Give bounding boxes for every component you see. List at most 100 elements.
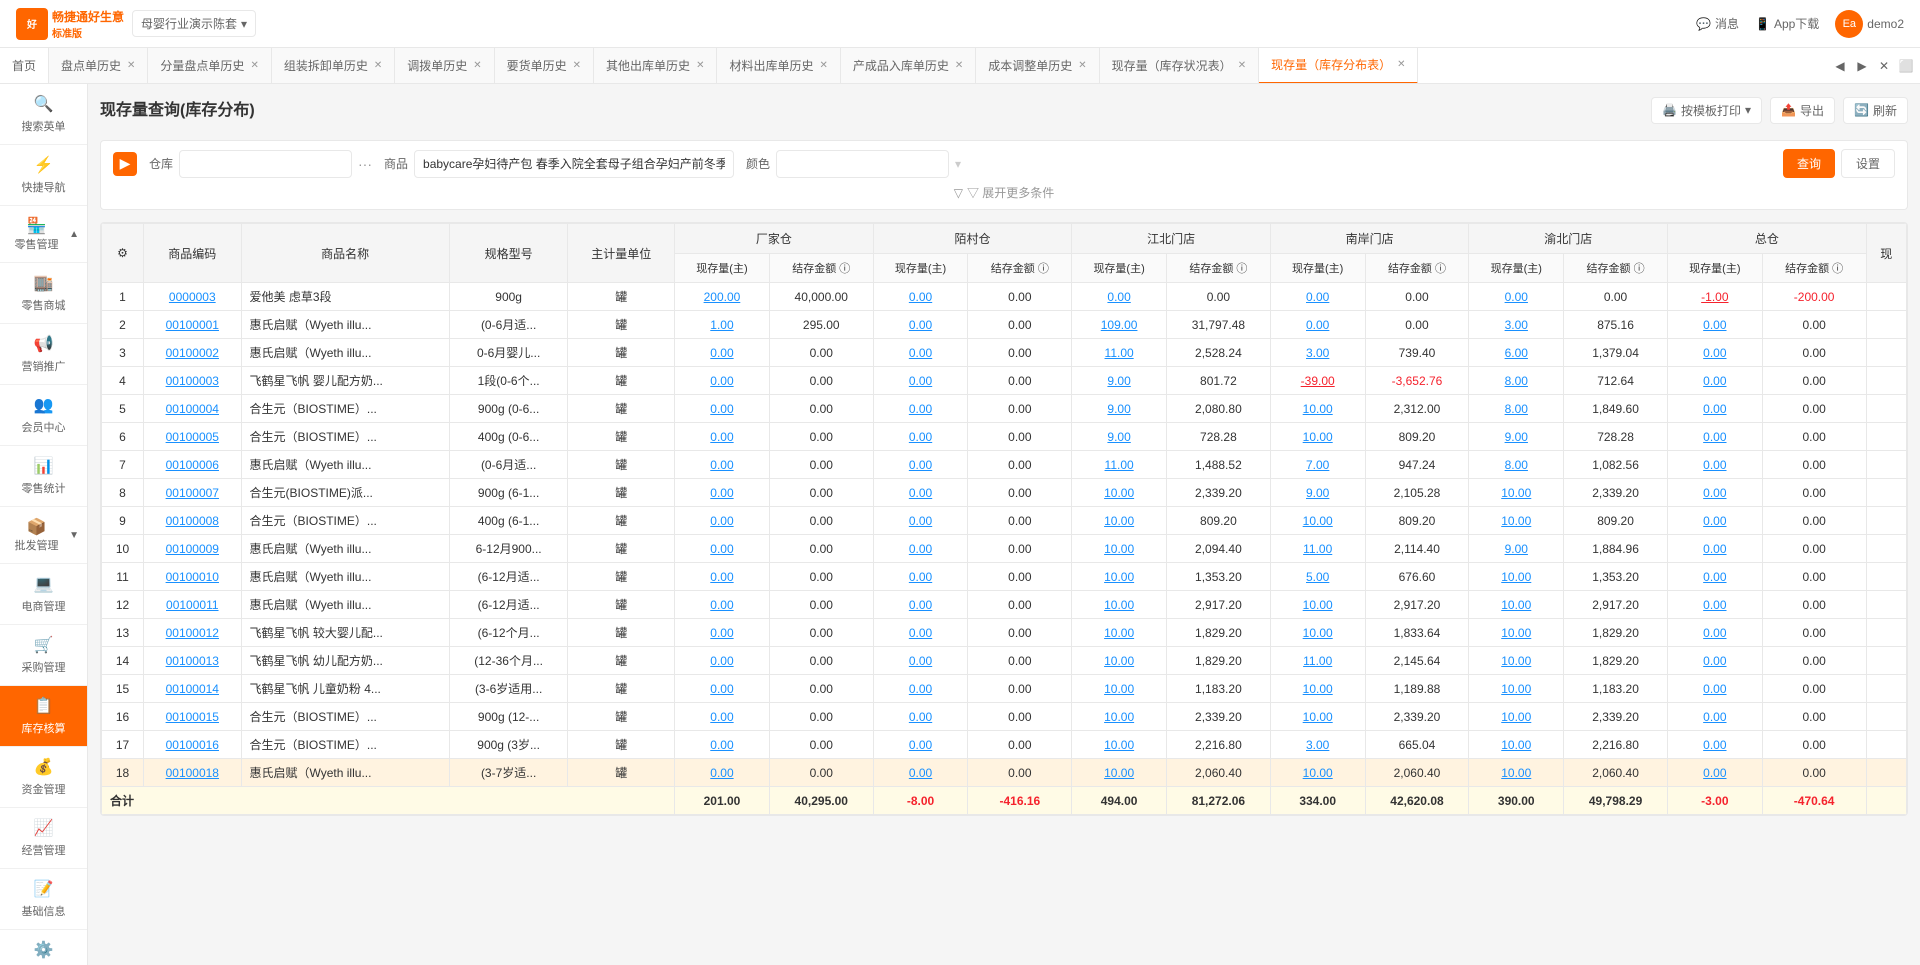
td-fj-qty[interactable]: 0.00	[675, 759, 770, 787]
td-mc-qty[interactable]: 0.00	[873, 395, 968, 423]
td-code[interactable]: 00100012	[144, 619, 241, 647]
td-fj-qty[interactable]: 0.00	[675, 535, 770, 563]
sidebar-item-finance[interactable]: 💰 资金管理	[0, 747, 87, 808]
td-yb-qty[interactable]: 8.00	[1469, 451, 1564, 479]
td-na-qty[interactable]: 3.00	[1270, 339, 1365, 367]
td-fj-qty[interactable]: 0.00	[675, 507, 770, 535]
td-mc-qty[interactable]: 0.00	[873, 703, 968, 731]
tab-close-all-btn[interactable]: ✕	[1874, 56, 1894, 76]
tab-close-2[interactable]: ✕	[250, 61, 258, 71]
message-btn[interactable]: 💬 消息	[1696, 15, 1739, 32]
td-na-qty[interactable]: 10.00	[1270, 703, 1365, 731]
td-yb-qty[interactable]: 10.00	[1469, 703, 1564, 731]
td-zc-qty[interactable]: -1.00	[1668, 283, 1763, 311]
td-jb-qty[interactable]: 10.00	[1072, 507, 1167, 535]
td-mc-qty[interactable]: 0.00	[873, 647, 968, 675]
td-zc-qty[interactable]: 0.00	[1668, 339, 1763, 367]
filter-more-btn[interactable]: ▽ ▽ 展开更多条件	[113, 184, 1895, 201]
td-jb-qty[interactable]: 10.00	[1072, 479, 1167, 507]
td-jb-qty[interactable]: 10.00	[1072, 619, 1167, 647]
tab-close-6[interactable]: ✕	[696, 61, 704, 71]
td-fj-qty[interactable]: 200.00	[675, 283, 770, 311]
sidebar-item-marketing[interactable]: 📢 营销推广	[0, 324, 87, 385]
sidebar-item-retail-stats[interactable]: 📊 零售统计	[0, 446, 87, 507]
td-jb-qty[interactable]: 0.00	[1072, 283, 1167, 311]
td-code[interactable]: 00100005	[144, 423, 241, 451]
tab-close-10[interactable]: ✕	[1238, 61, 1246, 71]
td-code[interactable]: 00100007	[144, 479, 241, 507]
td-zc-qty[interactable]: 0.00	[1668, 395, 1763, 423]
td-yb-qty[interactable]: 10.00	[1469, 675, 1564, 703]
td-code[interactable]: 00100016	[144, 731, 241, 759]
sidebar-item-purchase[interactable]: 🛒 采购管理	[0, 625, 87, 686]
td-na-qty[interactable]: 0.00	[1270, 283, 1365, 311]
td-yb-qty[interactable]: 0.00	[1469, 283, 1564, 311]
tab-close-9[interactable]: ✕	[1078, 61, 1086, 71]
goods-input[interactable]	[414, 150, 734, 178]
td-yb-qty[interactable]: 9.00	[1469, 423, 1564, 451]
td-code[interactable]: 00100004	[144, 395, 241, 423]
td-zc-qty[interactable]: 0.00	[1668, 507, 1763, 535]
td-na-qty[interactable]: 7.00	[1270, 451, 1365, 479]
user-area[interactable]: Ea demo2	[1835, 10, 1904, 38]
td-yb-qty[interactable]: 10.00	[1469, 507, 1564, 535]
tab-close-8[interactable]: ✕	[955, 61, 963, 71]
color-input[interactable]	[776, 150, 949, 178]
tab-expand-btn[interactable]: ⬜	[1896, 56, 1916, 76]
td-yb-qty[interactable]: 10.00	[1469, 479, 1564, 507]
td-code[interactable]: 00100015	[144, 703, 241, 731]
td-jb-qty[interactable]: 10.00	[1072, 731, 1167, 759]
td-na-qty[interactable]: -39.00	[1270, 367, 1365, 395]
td-jb-qty[interactable]: 11.00	[1072, 451, 1167, 479]
td-jb-qty[interactable]: 10.00	[1072, 675, 1167, 703]
td-na-qty[interactable]: 3.00	[1270, 731, 1365, 759]
td-na-qty[interactable]: 10.00	[1270, 591, 1365, 619]
tab-item-6[interactable]: 其他出库单历史 ✕	[594, 48, 717, 83]
td-na-qty[interactable]: 9.00	[1270, 479, 1365, 507]
td-code[interactable]: 00100006	[144, 451, 241, 479]
td-zc-qty[interactable]: 0.00	[1668, 423, 1763, 451]
td-code[interactable]: 00100013	[144, 647, 241, 675]
tab-item-7[interactable]: 材料出库单历史 ✕	[717, 48, 840, 83]
td-zc-qty[interactable]: 0.00	[1668, 451, 1763, 479]
tab-item-2[interactable]: 分量盘点单历史 ✕	[148, 48, 271, 83]
tab-close-7[interactable]: ✕	[819, 61, 827, 71]
td-fj-qty[interactable]: 1.00	[675, 311, 770, 339]
tab-item-8[interactable]: 产成品入库单历史 ✕	[841, 48, 976, 83]
settings-icon[interactable]: ⚙	[117, 246, 128, 260]
tab-close-11[interactable]: ✕	[1397, 60, 1405, 70]
td-fj-qty[interactable]: 0.00	[675, 675, 770, 703]
td-zc-qty[interactable]: 0.00	[1668, 703, 1763, 731]
td-zc-qty[interactable]: 0.00	[1668, 731, 1763, 759]
td-mc-qty[interactable]: 0.00	[873, 759, 968, 787]
td-yb-qty[interactable]: 10.00	[1469, 731, 1564, 759]
td-yb-qty[interactable]: 10.00	[1469, 619, 1564, 647]
td-yb-qty[interactable]: 10.00	[1469, 647, 1564, 675]
sidebar-item-members[interactable]: 👥 会员中心	[0, 385, 87, 446]
td-jb-qty[interactable]: 9.00	[1072, 423, 1167, 451]
td-mc-qty[interactable]: 0.00	[873, 423, 968, 451]
sidebar-item-retail-mgmt[interactable]: 🏪 零售管理 ▲	[0, 206, 87, 263]
td-mc-qty[interactable]: 0.00	[873, 339, 968, 367]
td-na-qty[interactable]: 0.00	[1270, 311, 1365, 339]
tab-item-5[interactable]: 要货单历史 ✕	[495, 48, 594, 83]
tab-home[interactable]: 首页	[0, 48, 49, 83]
tab-close-4[interactable]: ✕	[473, 61, 481, 71]
td-code[interactable]: 00100003	[144, 367, 241, 395]
td-code[interactable]: 00100018	[144, 759, 241, 787]
filter-expand-btn[interactable]: ▶	[113, 152, 137, 176]
td-fj-qty[interactable]: 0.00	[675, 451, 770, 479]
td-mc-qty[interactable]: 0.00	[873, 619, 968, 647]
td-jb-qty[interactable]: 109.00	[1072, 311, 1167, 339]
td-fj-qty[interactable]: 0.00	[675, 395, 770, 423]
td-mc-qty[interactable]: 0.00	[873, 507, 968, 535]
sidebar-item-mall[interactable]: 🏬 零售商城	[0, 263, 87, 324]
td-mc-qty[interactable]: 0.00	[873, 731, 968, 759]
td-fj-qty[interactable]: 0.00	[675, 423, 770, 451]
td-yb-qty[interactable]: 10.00	[1469, 591, 1564, 619]
sidebar-item-operations[interactable]: 📈 经营管理	[0, 808, 87, 869]
td-code[interactable]: 00100002	[144, 339, 241, 367]
td-na-qty[interactable]: 5.00	[1270, 563, 1365, 591]
refresh-btn[interactable]: 🔄 刷新	[1843, 97, 1908, 124]
td-zc-qty[interactable]: 0.00	[1668, 619, 1763, 647]
